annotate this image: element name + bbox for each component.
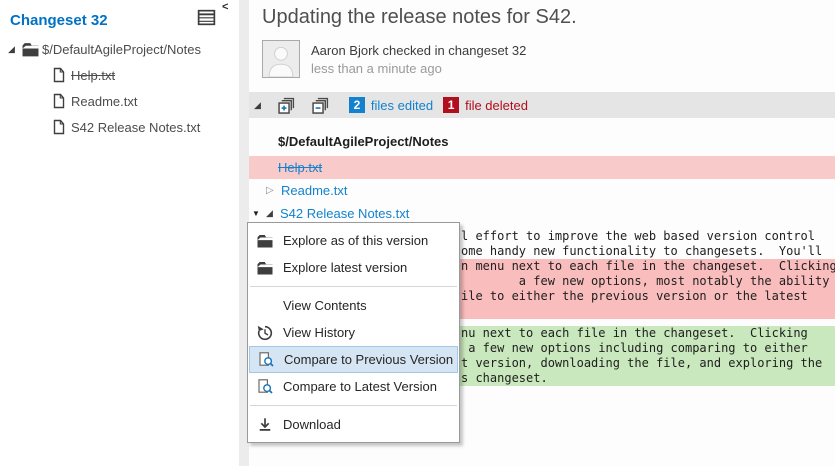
sidebar-file-item[interactable]: Help.txt	[0, 62, 239, 88]
diff-line-text: ile to either the previous version or th…	[461, 289, 808, 303]
table-list-icon[interactable]	[194, 7, 218, 31]
diff-line-text: a few new options, most notably the abil…	[461, 274, 835, 288]
menu-item-download[interactable]: Download	[248, 411, 459, 438]
sidebar-file-list: Help.txt Readme.txt S42 Release Notes.txt	[0, 62, 239, 140]
download-icon	[256, 416, 274, 433]
tree-root-label: $/DefaultAgileProject/Notes	[42, 41, 201, 57]
checkin-info: Aaron Bjork checked in changeset 32 less…	[262, 40, 526, 78]
changeset-page: { "sidebar": { "title": "Changeset 32", …	[0, 0, 835, 466]
changeset-sidebar: Changeset 32 < ◢ $/DefaultAgileProject/N…	[0, 0, 239, 466]
file-icon	[51, 67, 67, 83]
expander-expanded-icon[interactable]: ◢	[8, 44, 22, 55]
sidebar-file-label: Help.txt	[71, 67, 116, 83]
checkin-author: Aaron Bjork checked in changeset 32	[311, 43, 527, 58]
file-menu-dropdown-icon[interactable]: ▼	[252, 209, 266, 218]
diff-line-text: n menu next to each file in the changese…	[461, 259, 835, 273]
changed-file-link[interactable]: S42 Release Notes.txt	[280, 206, 409, 221]
diff-line-text: ome handy new functionality to changeset…	[461, 244, 823, 258]
person-placeholder-icon	[262, 40, 300, 78]
diff-line-text: s changeset.	[461, 371, 548, 385]
folder-path-header: $/DefaultAgileProject/Notes	[278, 134, 449, 149]
files-edited-link[interactable]: files edited	[371, 98, 433, 113]
changed-file-row[interactable]: ▷ Readme.txt	[249, 179, 835, 202]
menu-item-explore-latest-version[interactable]: Explore latest version	[248, 254, 459, 281]
menu-item-label: Explore as of this version	[283, 233, 429, 248]
file-deleted-link[interactable]: file deleted	[465, 98, 528, 113]
menu-item-label: Compare to Previous Version	[284, 352, 454, 367]
compare-icon	[257, 351, 275, 368]
menu-item-compare-to-previous-version[interactable]: Compare to Previous Version	[249, 346, 458, 373]
menu-item-explore-as-of-this-version[interactable]: Explore as of this version	[248, 227, 459, 254]
changed-file-row[interactable]: Help.txt	[249, 156, 835, 179]
diff-line-text: l effort to improve the web based versio…	[461, 229, 816, 243]
checkin-text: Aaron Bjork checked in changeset 32 less…	[311, 40, 526, 78]
menu-item-label: Explore latest version	[283, 260, 408, 275]
changed-file-link[interactable]: Help.txt	[278, 160, 322, 175]
file-icon	[51, 93, 67, 109]
sidebar-file-label: Readme.txt	[71, 93, 138, 109]
history-icon	[256, 324, 274, 341]
collapse-all-icon[interactable]	[312, 97, 329, 114]
changes-summary-bar: ◢ 2 files edited 1 file deleted	[249, 92, 835, 118]
menu-item-label: Compare to Latest Version	[283, 379, 437, 394]
sidebar-file-item[interactable]: Readme.txt	[0, 88, 239, 114]
deleted-count-badge: 1	[443, 97, 460, 113]
none	[256, 297, 274, 314]
folder-icon	[22, 42, 39, 57]
tree-root-node[interactable]: ◢ $/DefaultAgileProject/Notes	[0, 36, 239, 62]
folder-icon	[256, 232, 274, 249]
file-tree: ◢ $/DefaultAgileProject/Notes Help.txt Re…	[0, 36, 239, 140]
file-icon	[51, 119, 67, 135]
menu-item-view-history[interactable]: View History	[248, 319, 459, 346]
diff-line-text: t version, downloading the file, and exp…	[461, 356, 823, 370]
file-context-menu: Explore as of this version Explore latest…	[247, 222, 460, 443]
expander-expanded-icon[interactable]: ◢	[266, 208, 280, 219]
folder-icon	[256, 259, 274, 276]
expander-collapsed-icon[interactable]: ▷	[266, 185, 281, 196]
sidebar-title: Changeset 32	[10, 12, 108, 29]
checkin-time: less than a minute ago	[311, 61, 442, 76]
menu-item-view-contents[interactable]: View Contents	[248, 292, 459, 319]
compare-icon	[256, 378, 274, 395]
expand-all-icon[interactable]	[278, 97, 295, 114]
changed-file-list: Help.txt ▷ Readme.txt ▼ ◢ S42 Release Notes.t…	[249, 156, 835, 225]
menu-item-compare-to-latest-version[interactable]: Compare to Latest Version	[248, 373, 459, 400]
diff-line-text: nu next to each file in the changeset. C…	[461, 326, 808, 340]
edited-count-badge: 2	[348, 97, 365, 113]
expander-expanded-icon[interactable]: ◢	[254, 100, 261, 111]
menu-item-label: View Contents	[283, 298, 367, 313]
menu-separator	[250, 286, 457, 287]
diff-line-text: a few new options including comparing to…	[461, 341, 808, 355]
changed-file-link[interactable]: Readme.txt	[281, 183, 347, 198]
changeset-comment: Updating the release notes for S42.	[262, 6, 577, 28]
sidebar-file-label: S42 Release Notes.txt	[71, 119, 201, 135]
menu-separator	[250, 405, 457, 406]
chevron-left-icon[interactable]: <	[222, 1, 228, 13]
table-list-glyph	[197, 9, 215, 26]
menu-item-label: View History	[283, 325, 356, 340]
sidebar-file-item[interactable]: S42 Release Notes.txt	[0, 114, 239, 140]
menu-item-label: Download	[283, 417, 341, 432]
